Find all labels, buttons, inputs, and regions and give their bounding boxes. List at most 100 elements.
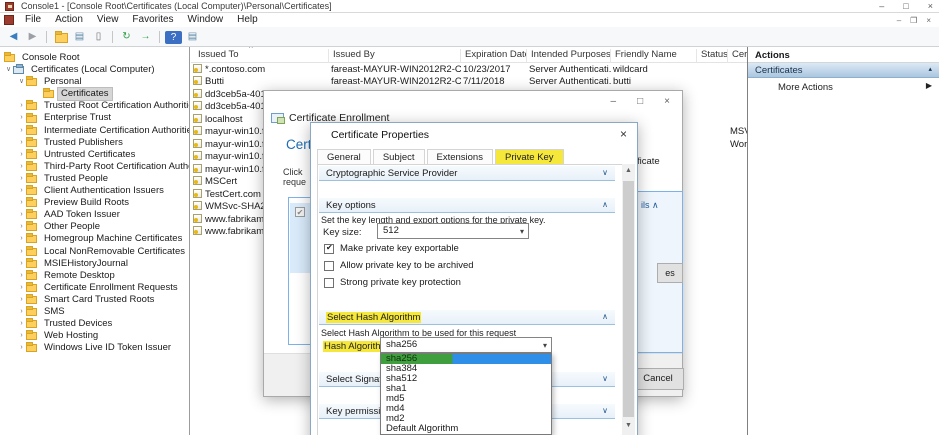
minimize-button[interactable]: –	[611, 96, 617, 107]
tree-item[interactable]: › MSIEHistoryJournal	[0, 258, 189, 270]
tree-item[interactable]: › Third-Party Root Certification Authori…	[0, 161, 189, 173]
key-size-combobox[interactable]: 512 ▾	[377, 223, 529, 239]
cancel-button[interactable]: Cancel	[632, 368, 684, 390]
toolbar-separator[interactable]	[112, 30, 113, 43]
column-header[interactable]: Issued To	[196, 49, 329, 63]
certificate-row[interactable]: *.contoso.com fareast-MAYUR-WIN2012R2-CA…	[191, 63, 747, 77]
menu-item[interactable]: Action	[48, 13, 90, 27]
close-button[interactable]: ×	[664, 96, 670, 107]
new-window-icon[interactable]: ▤	[184, 29, 201, 44]
tree-item[interactable]: › Trusted Publishers	[0, 137, 189, 149]
tree-item[interactable]: › Homegroup Machine Certificates	[0, 233, 189, 245]
scroll-down-icon[interactable]: ▼	[622, 422, 635, 429]
tree-expander-icon[interactable]: ∨	[4, 64, 13, 76]
tree-expander-icon[interactable]: ›	[17, 125, 26, 137]
back-icon[interactable]: ◀	[5, 29, 22, 44]
child-restore-button[interactable]: ❐	[910, 14, 917, 28]
tree-item[interactable]: › Client Authentication Issuers	[0, 185, 189, 197]
tree-expander-icon[interactable]: ›	[17, 233, 26, 245]
menu-item[interactable]: File	[18, 13, 48, 27]
tree-item[interactable]: › Windows Live ID Token Issuer	[0, 342, 189, 354]
tree-expander-icon[interactable]: ›	[17, 112, 26, 124]
show-console-tree-icon[interactable]: ▤	[71, 29, 88, 44]
scrollbar-thumb[interactable]	[623, 181, 634, 417]
tree-expander-icon[interactable]: ∨	[17, 76, 26, 88]
dropdown-option[interactable]: sha1	[381, 384, 551, 394]
tree-item[interactable]: ∨ Certificates (Local Computer)	[0, 64, 189, 76]
forward-icon[interactable]: ▶	[24, 29, 41, 44]
checkbox-row[interactable]: Allow private key to be archived	[324, 260, 474, 271]
child-close-button[interactable]: ×	[926, 14, 931, 28]
tree-item[interactable]: › AAD Token Issuer	[0, 209, 189, 221]
close-button[interactable]: ×	[928, 0, 933, 12]
csp-section-header[interactable]: Cryptographic Service Provider ∨	[319, 166, 615, 181]
certificate-row[interactable]: Butti fareast-MAYUR-WIN2012R2-CA 7/11/20…	[191, 76, 747, 89]
tree-item[interactable]: › Preview Build Roots	[0, 197, 189, 209]
menu-item[interactable]: Window	[181, 13, 231, 27]
tree-expander-icon[interactable]: ›	[17, 342, 26, 354]
column-header[interactable]: Certi	[730, 49, 747, 63]
dropdown-option[interactable]: md5	[381, 394, 551, 404]
scroll-up-icon[interactable]: ▲	[622, 167, 635, 174]
tree-item[interactable]: › Trusted Root Certification Authorities	[0, 100, 189, 112]
actions-group-certificates[interactable]: Certificates ▴	[748, 63, 939, 78]
checkbox[interactable]	[324, 260, 334, 271]
tree-expander-icon[interactable]: ›	[17, 221, 26, 233]
policy-checkbox[interactable]: ✔	[295, 207, 305, 217]
tree-item[interactable]: › Untrusted Certificates	[0, 149, 189, 161]
chevron-up-icon[interactable]: ∧	[602, 200, 608, 209]
tree-expander-icon[interactable]: ›	[17, 209, 26, 221]
tree-expander-icon[interactable]: ›	[17, 161, 26, 173]
tree-item[interactable]: › Remote Desktop	[0, 270, 189, 282]
tree-expander-icon[interactable]: ›	[17, 318, 26, 330]
chevron-up-icon[interactable]: ∧	[602, 312, 608, 321]
hash-section-header[interactable]: Select Hash Algorithm ∧	[319, 310, 615, 325]
child-minimize-button[interactable]: –	[897, 14, 901, 28]
refresh-icon[interactable]: ↻	[118, 29, 135, 44]
checkbox[interactable]	[324, 277, 334, 288]
tree-item[interactable]: Certificates	[0, 87, 189, 102]
tree-item[interactable]: › Certificate Enrollment Requests	[0, 282, 189, 294]
maximize-button[interactable]: □	[637, 96, 643, 107]
tree-item[interactable]: › Trusted Devices	[0, 318, 189, 330]
tree-expander-icon[interactable]: ›	[17, 173, 26, 185]
key-options-section-header[interactable]: Key options ∧	[319, 198, 615, 213]
window-titlebar[interactable]: Console1 - [Console Root\Certificates (L…	[0, 0, 939, 13]
chevron-down-icon[interactable]: ∨	[602, 406, 608, 415]
properties-button-fragment[interactable]: es	[657, 263, 683, 283]
toolbar-separator[interactable]	[159, 30, 160, 43]
tree-expander-icon[interactable]: ›	[17, 100, 26, 112]
checkbox-row[interactable]: Strong private key protection	[324, 277, 461, 288]
checkbox-row[interactable]: Make private key exportable	[324, 243, 459, 254]
tree-item[interactable]: › Local NonRemovable Certificates	[0, 246, 189, 258]
tree-item[interactable]: › Trusted People	[0, 173, 189, 185]
tree-expander-icon[interactable]: ›	[17, 258, 26, 270]
column-header[interactable]: Status	[699, 49, 728, 63]
toolbar-separator[interactable]	[46, 30, 47, 43]
minimize-button[interactable]: –	[879, 0, 884, 12]
tree-expander-icon[interactable]: ›	[17, 306, 26, 318]
tree-item[interactable]: ∨ Personal	[0, 76, 189, 88]
tree-item[interactable]: › SMS	[0, 306, 189, 318]
column-header[interactable]: Issued By	[331, 49, 461, 63]
chevron-down-icon[interactable]: ∨	[602, 168, 608, 177]
details-expander[interactable]: ils ∧	[641, 200, 659, 211]
chevron-down-icon[interactable]: ∨	[602, 374, 608, 383]
tree-expander-icon[interactable]: ›	[17, 270, 26, 282]
tree-expander-icon[interactable]: ›	[17, 282, 26, 294]
dropdown-option[interactable]: Default Algorithm	[381, 424, 551, 434]
hash-algorithm-combobox[interactable]: sha256 ▾	[380, 337, 552, 353]
tree-expander-icon[interactable]: ›	[17, 149, 26, 161]
collapse-icon[interactable]: ▴	[928, 65, 932, 73]
menu-item[interactable]: Help	[230, 13, 265, 27]
tree-item[interactable]: › Intermediate Certification Authorities	[0, 125, 189, 137]
tree-expander-icon[interactable]: ›	[17, 330, 26, 342]
column-header[interactable]: Intended Purposes	[529, 49, 611, 63]
tree-expander-icon[interactable]: ›	[17, 197, 26, 209]
maximize-button[interactable]: □	[903, 0, 908, 12]
properties-sheet-icon[interactable]: ▯	[90, 29, 107, 44]
tree-item[interactable]: › Enterprise Trust	[0, 112, 189, 124]
tree-expander-icon[interactable]: ›	[17, 294, 26, 306]
folder-up-icon[interactable]	[52, 29, 69, 44]
tree-expander-icon[interactable]: ›	[17, 137, 26, 149]
